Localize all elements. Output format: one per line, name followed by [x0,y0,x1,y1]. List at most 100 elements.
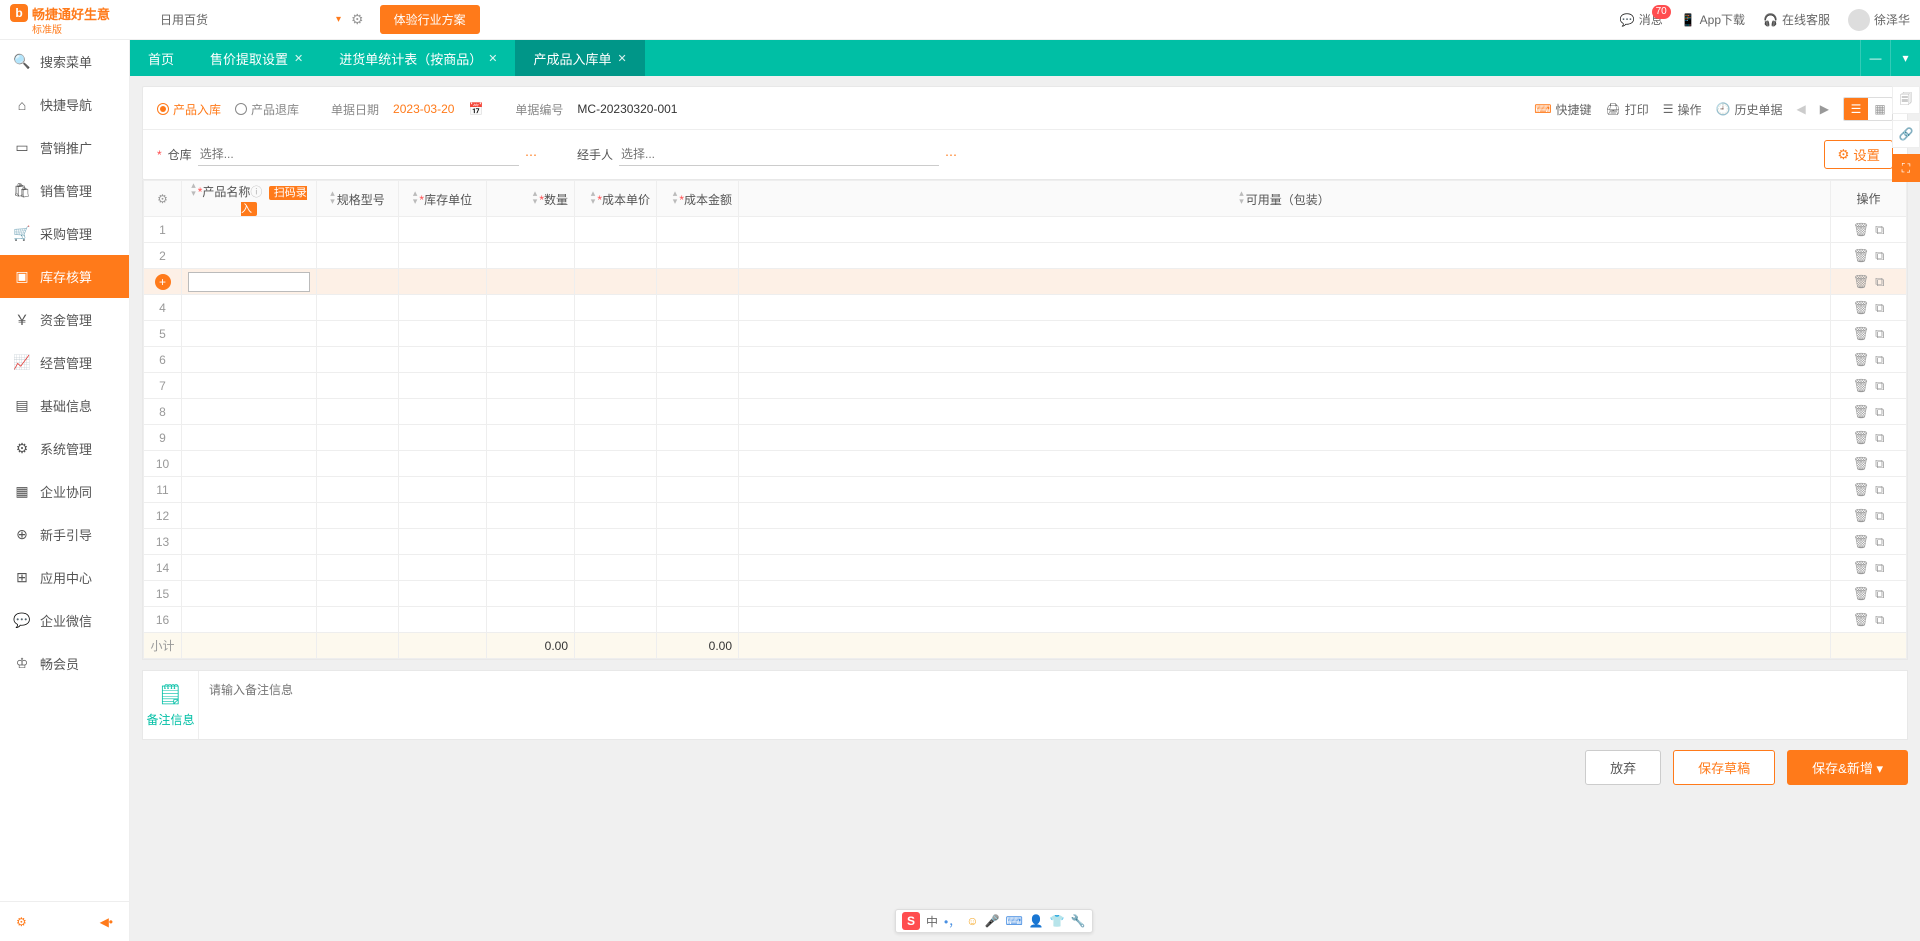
cell-unit[interactable] [399,347,487,373]
cell-amount[interactable] [657,451,739,477]
cell-amount[interactable] [657,373,739,399]
experience-button[interactable]: 体验行业方案 [380,5,480,34]
table-row[interactable]: 10🗑⧉ [144,451,1907,477]
cell-qty[interactable] [487,217,575,243]
cell-spec[interactable] [317,503,399,529]
sidebar-item[interactable]: 🛍销售管理 [0,169,129,212]
cell-name[interactable] [182,217,317,243]
delete-row-icon[interactable]: 🗑 [1853,482,1870,497]
cell-spec[interactable] [317,529,399,555]
cell-spec[interactable] [317,555,399,581]
tab[interactable]: 首页 [130,40,192,76]
cell-qty[interactable] [487,347,575,373]
table-row[interactable]: 4🗑⧉ [144,295,1907,321]
sidebar-item[interactable]: 📈经营管理 [0,341,129,384]
copy-row-icon[interactable]: ⧉ [1875,222,1884,237]
view-list[interactable]: ☰ [1844,98,1868,120]
cell-price[interactable] [575,347,657,373]
sidebar-item[interactable]: ▤基础信息 [0,384,129,427]
collapse-icon[interactable]: ◀• [100,915,113,929]
delete-row-icon[interactable]: 🗑 [1853,560,1870,575]
radio-product-in[interactable]: 产品入库 [157,101,221,118]
cell-qty[interactable] [487,399,575,425]
sidebar-item[interactable]: 🔍搜索菜单 [0,40,129,83]
gear-icon[interactable]: ⚙ [351,11,364,28]
cell-unit[interactable] [399,581,487,607]
delete-row-icon[interactable]: 🗑 [1853,586,1870,601]
sidebar-item[interactable]: 🛒采购管理 [0,212,129,255]
cell-avail[interactable] [739,269,1831,295]
cell-name[interactable] [182,425,317,451]
cell-unit[interactable] [399,399,487,425]
delete-row-icon[interactable]: 🗑 [1853,534,1870,549]
cell-spec[interactable] [317,243,399,269]
delete-row-icon[interactable]: 🗑 [1853,456,1870,471]
cell-spec[interactable] [317,399,399,425]
cell-amount[interactable] [657,243,739,269]
table-row[interactable]: 14🗑⧉ [144,555,1907,581]
handler-input[interactable] [619,143,939,166]
table-settings-icon[interactable]: ⚙ [157,192,168,206]
cell-unit[interactable] [399,425,487,451]
th-unit[interactable]: ▴▾*库存单位 [399,181,487,217]
cell-qty[interactable] [487,503,575,529]
copy-row-icon[interactable]: ⧉ [1875,274,1884,289]
cell-spec[interactable] [317,581,399,607]
cell-name[interactable] [182,399,317,425]
table-row[interactable]: 6🗑⧉ [144,347,1907,373]
delete-row-icon[interactable]: 🗑 [1853,508,1870,523]
cell-price[interactable] [575,451,657,477]
table-row[interactable]: 8🗑⧉ [144,399,1907,425]
cell-qty[interactable] [487,581,575,607]
sidebar-item[interactable]: ⊕新手引导 [0,513,129,556]
cell-avail[interactable] [739,373,1831,399]
settings-icon[interactable]: ⚙ [16,915,27,929]
sidebar-item[interactable]: ⌂快捷导航 [0,83,129,126]
rail-expand-icon[interactable]: ⛶ [1892,154,1920,182]
cell-amount[interactable] [657,399,739,425]
cell-avail[interactable] [739,555,1831,581]
history-button[interactable]: 🕘历史单据 [1716,101,1783,118]
th-avail[interactable]: ▴▾可用量（包装） [739,181,1831,217]
product-name-input[interactable] [188,272,310,292]
th-name[interactable]: ▴▾*产品名称ⓘ 扫码录入 [182,181,317,217]
cell-name[interactable] [182,321,317,347]
cell-amount[interactable] [657,321,739,347]
table-row[interactable]: 1🗑⧉ [144,217,1907,243]
cell-name[interactable] [182,503,317,529]
minimize-tab-button[interactable]: — [1860,40,1890,76]
user-menu[interactable]: 徐泽华 [1848,9,1910,31]
cell-name[interactable] [182,451,317,477]
cell-spec[interactable] [317,347,399,373]
cell-avail[interactable] [739,321,1831,347]
tab[interactable]: 售价提取设置✕ [192,40,321,76]
cell-avail[interactable] [739,581,1831,607]
cell-spec[interactable] [317,321,399,347]
radio-product-out[interactable]: 产品退库 [235,101,299,118]
sidebar-item[interactable]: ♔畅会员 [0,642,129,685]
cell-unit[interactable] [399,529,487,555]
cell-price[interactable] [575,321,657,347]
cell-amount[interactable] [657,503,739,529]
cell-unit[interactable] [399,295,487,321]
table-row[interactable]: 12🗑⧉ [144,503,1907,529]
cell-name[interactable] [182,555,317,581]
cell-amount[interactable] [657,555,739,581]
cell-qty[interactable] [487,451,575,477]
table-row[interactable]: 9🗑⧉ [144,425,1907,451]
cell-price[interactable] [575,581,657,607]
messages-button[interactable]: 💬 消息 70 [1620,11,1663,28]
cell-price[interactable] [575,425,657,451]
download-button[interactable]: 📱 App下载 [1681,11,1745,28]
discard-button[interactable]: 放弃 [1585,750,1661,785]
copy-row-icon[interactable]: ⧉ [1875,248,1884,263]
cell-qty[interactable] [487,529,575,555]
sidebar-item[interactable]: ▣库存核算 [0,255,129,298]
delete-row-icon[interactable]: 🗑 [1853,248,1870,263]
cell-spec[interactable] [317,451,399,477]
date-value[interactable]: 2023-03-20 [393,102,454,116]
cell-price[interactable] [575,373,657,399]
cell-amount[interactable] [657,217,739,243]
cell-qty[interactable] [487,295,575,321]
th-spec[interactable]: ▴▾规格型号 [317,181,399,217]
